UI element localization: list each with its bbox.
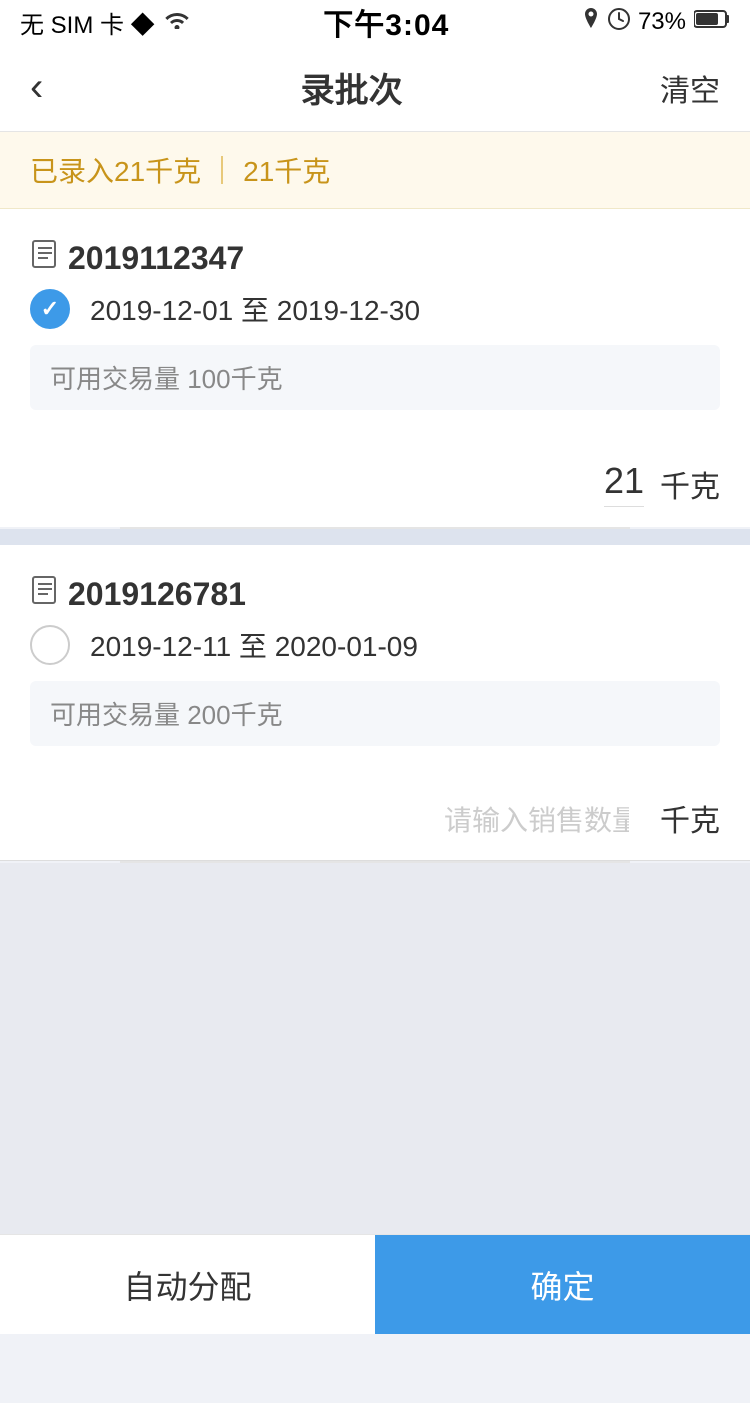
batch-2-date-row[interactable]: 2019-12-11 至 2020-01-09 [30, 625, 720, 665]
batch-item-1: 2019112347 2019-12-01 至 2019-12-30 可用交易量… [0, 209, 750, 440]
summary-banner: 已录入21千克 21千克 [0, 132, 750, 209]
main-content: 已录入21千克 21千克 2019112347 2019-12-01 至 201… [0, 132, 750, 1403]
batch-1-id: 2019112347 [30, 239, 244, 277]
batch-item-2: 2019126781 2019-12-11 至 2020-01-09 可用交易量… [0, 545, 750, 776]
battery-icon [694, 8, 730, 36]
batch-2-available: 可用交易量 200千克 [30, 681, 720, 746]
total-amount: 21千克 [243, 150, 330, 190]
status-time: 下午3:04 [323, 0, 449, 44]
batch-2-id: 2019126781 [30, 575, 246, 613]
batch-2-qty-row: 千克 [0, 776, 750, 861]
status-right: 73% [582, 8, 730, 37]
batch-2-qty-input[interactable] [444, 797, 644, 839]
sim-status: 无 SIM 卡 ◆ [20, 5, 155, 40]
batch-2-input-wrapper [444, 797, 644, 839]
batch-1-icon [30, 239, 60, 277]
batch-1-qty-value: 21 [604, 460, 644, 502]
page-title: 录批次 [301, 63, 403, 112]
batch-2-unit: 千克 [660, 796, 720, 840]
summary-divider [221, 156, 223, 184]
batch-1-radio[interactable] [30, 289, 70, 329]
auto-distribute-button[interactable]: 自动分配 [0, 1235, 375, 1334]
batch-1-qty-row: 21 千克 [0, 440, 750, 527]
batch-2-header: 2019126781 [30, 575, 720, 613]
batch-2-radio[interactable] [30, 625, 70, 665]
batch-1-qty-display: 21 [604, 460, 644, 507]
wifi-icon [163, 8, 191, 36]
nav-bar: ‹ 录批次 清空 [0, 44, 750, 132]
batch-2-date: 2019-12-11 至 2020-01-09 [90, 625, 418, 665]
batch-2-icon [30, 575, 60, 613]
batch-1-header: 2019112347 [30, 239, 720, 277]
batch-1-available: 可用交易量 100千克 [30, 345, 720, 410]
recorded-amount: 已录入21千克 [30, 150, 201, 190]
location-icon [582, 8, 600, 37]
status-bar: 无 SIM 卡 ◆ 下午3:04 73% [0, 0, 750, 44]
clock-icon [608, 8, 630, 37]
back-button[interactable]: ‹ [30, 65, 43, 110]
batch-1-date: 2019-12-01 至 2019-12-30 [90, 289, 420, 329]
confirm-button[interactable]: 确定 [375, 1235, 750, 1334]
batch-1-unit: 千克 [660, 462, 720, 506]
footer: 自动分配 确定 [0, 1234, 750, 1334]
batch-1-date-row[interactable]: 2019-12-01 至 2019-12-30 [30, 289, 720, 329]
battery-percent: 73% [638, 8, 686, 36]
status-left: 无 SIM 卡 ◆ [20, 5, 191, 40]
section-divider [0, 529, 750, 545]
clear-button[interactable]: 清空 [660, 66, 720, 110]
